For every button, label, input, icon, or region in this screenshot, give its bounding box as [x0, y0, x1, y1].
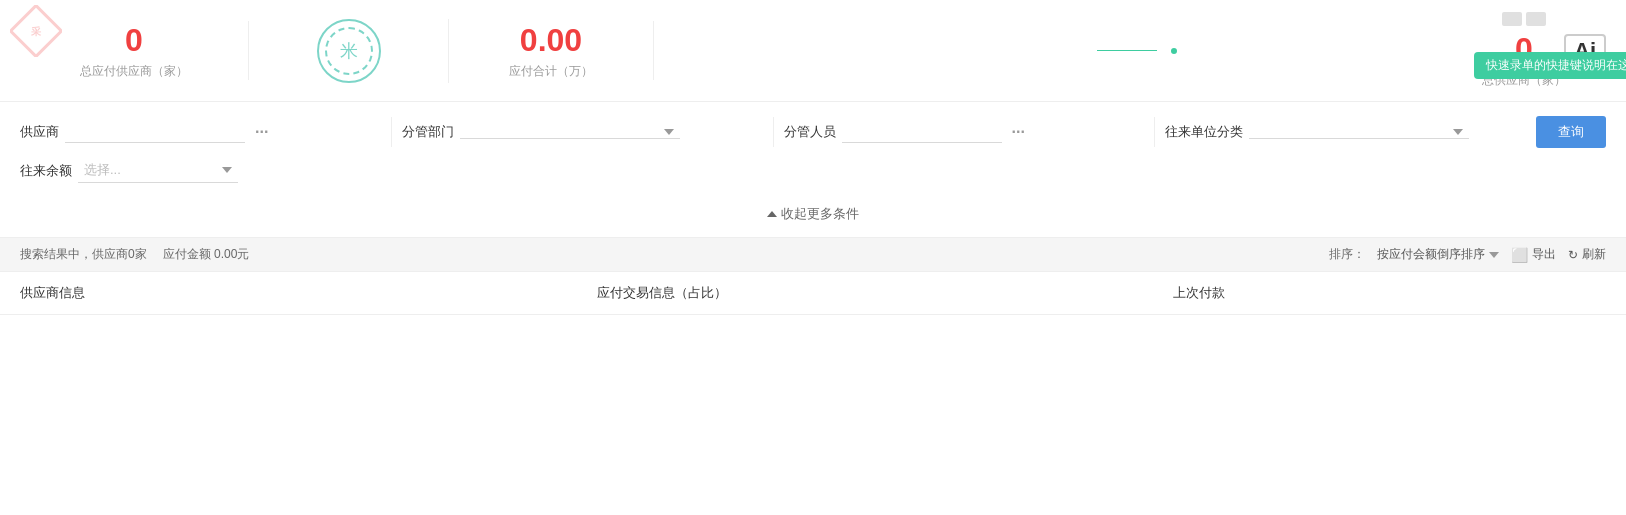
supplier-filter: 供应商 ··· [20, 121, 381, 143]
unit-type-chevron-icon [1453, 129, 1463, 135]
supplier-count: 搜索结果中，供应商0家 [20, 246, 147, 263]
unit-type-dropdown[interactable] [1249, 126, 1469, 139]
unit-type-filter: 往来单位分类 [1165, 123, 1526, 141]
refresh-label: 刷新 [1582, 246, 1606, 263]
summary-payable-total: 0.00 应付合计（万） [449, 21, 654, 80]
sort-label: 排序： [1329, 246, 1365, 263]
bean-icon-circle: 米 [317, 19, 381, 83]
tooltip-connector [1097, 46, 1179, 56]
results-right: 排序： 按应付会额倒序排序 ⬜ 导出 ↻ 刷新 [1329, 246, 1606, 263]
department-chevron-icon [664, 129, 674, 135]
balance-placeholder: 选择... [84, 161, 222, 179]
summary-bar: 采 0 总应付供应商（家） 米 0.00 应付合计（万） 快速录单的快捷键说明在… [0, 0, 1626, 102]
filter-row-2: 往来余额 选择... [20, 158, 1606, 183]
unit-type-label: 往来单位分类 [1165, 123, 1243, 141]
tooltip-line [1097, 50, 1157, 51]
export-icon: ⬜ [1511, 247, 1528, 263]
sort-chevron-icon [1489, 252, 1499, 258]
manager-dots[interactable]: ··· [1008, 123, 1029, 141]
department-filter: 分管部门 [402, 123, 763, 141]
table-body [0, 315, 1626, 515]
supplier-icons-row [1502, 12, 1546, 26]
manager-filter: 分管人员 ··· [784, 121, 1145, 143]
supplier-input[interactable] [65, 121, 245, 143]
manager-input[interactable] [842, 121, 1002, 143]
tooltip-text: 快速录单的快捷键说明在这里 [1486, 57, 1626, 74]
col-last-payment-header: 上次付款 [1173, 284, 1606, 302]
supplier-icon-1 [1502, 12, 1522, 26]
table-header: 供应商信息 应付交易信息（占比） 上次付款 [0, 272, 1626, 315]
balance-label: 往来余额 [20, 162, 72, 180]
divider-3 [1154, 117, 1155, 147]
department-dropdown[interactable] [460, 126, 680, 139]
collapse-row: 收起更多条件 [20, 193, 1606, 237]
icon-area: 米 [249, 19, 449, 83]
divider-1 [391, 117, 392, 147]
chevron-up-icon [767, 211, 777, 217]
balance-chevron-icon [222, 167, 232, 173]
col-supplier-info-header: 供应商信息 [20, 284, 597, 302]
filter-bar: 供应商 ··· 分管部门 分管人员 ··· 往来单位分类 [0, 102, 1626, 238]
tooltip-area: 快速录单的快捷键说明在这里 × [654, 46, 1422, 56]
sort-dropdown[interactable]: 按应付会额倒序排序 [1377, 246, 1499, 263]
payable-suppliers-label: 总应付供应商（家） [80, 63, 188, 80]
sort-option: 按应付会额倒序排序 [1377, 246, 1485, 263]
bean-icon-inner: 米 [325, 27, 373, 75]
supplier-dots[interactable]: ··· [251, 123, 272, 141]
balance-filter: 往来余额 选择... [20, 158, 300, 183]
svg-text:采: 采 [31, 26, 42, 37]
supplier-icon-2 [1526, 12, 1546, 26]
filter-row-1: 供应商 ··· 分管部门 分管人员 ··· 往来单位分类 [20, 116, 1606, 148]
tooltip-dot [1169, 46, 1179, 56]
refresh-button[interactable]: ↻ 刷新 [1568, 246, 1606, 263]
collapse-button[interactable]: 收起更多条件 [755, 201, 871, 227]
collapse-label: 收起更多条件 [781, 205, 859, 223]
svg-text:米: 米 [340, 41, 358, 61]
amount-text: 应付金额 0.00元 [163, 246, 250, 263]
results-bar: 搜索结果中，供应商0家 应付金额 0.00元 排序： 按应付会额倒序排序 ⬜ 导… [0, 238, 1626, 272]
col-transaction-header: 应付交易信息（占比） [597, 284, 1174, 302]
refresh-icon: ↻ [1568, 248, 1578, 262]
payable-suppliers-number: 0 [125, 21, 143, 59]
divider-2 [773, 117, 774, 147]
logo-watermark: 采 [10, 5, 62, 60]
tooltip-popup: 快速录单的快捷键说明在这里 × [1474, 52, 1626, 79]
payable-total-number: 0.00 [520, 21, 582, 59]
supplier-label: 供应商 [20, 123, 59, 141]
export-button[interactable]: ⬜ 导出 [1511, 246, 1556, 263]
payable-total-label: 应付合计（万） [509, 63, 593, 80]
query-button[interactable]: 查询 [1536, 116, 1606, 148]
manager-label: 分管人员 [784, 123, 836, 141]
results-left: 搜索结果中，供应商0家 应付金额 0.00元 [20, 246, 249, 263]
balance-dropdown[interactable]: 选择... [78, 158, 238, 183]
department-label: 分管部门 [402, 123, 454, 141]
export-label: 导出 [1532, 246, 1556, 263]
